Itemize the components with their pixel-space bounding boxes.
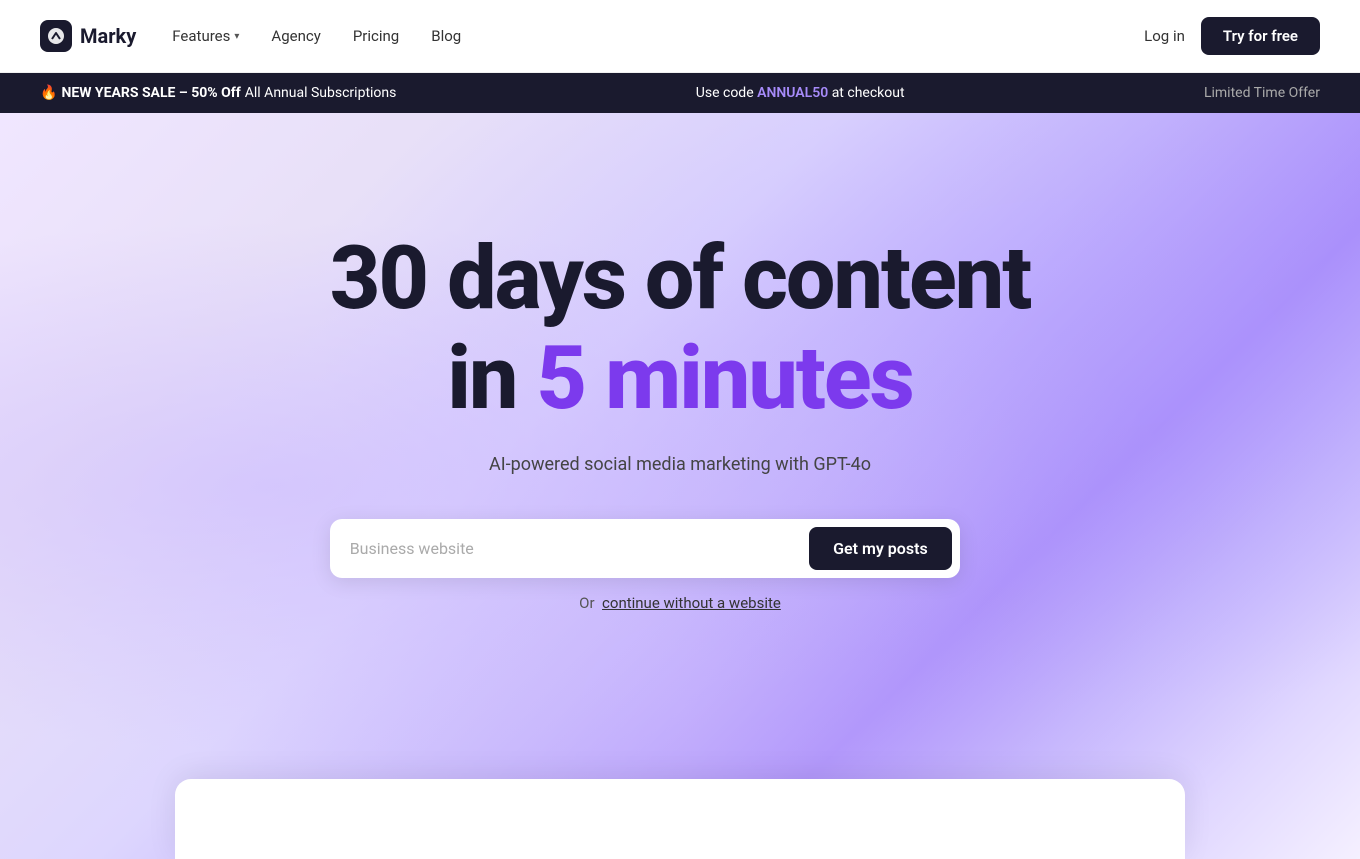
- nav-right: Log in Try for free: [1144, 17, 1320, 55]
- banner-left: 🔥 NEW YEARS SALE – 50% Off All Annual Su…: [40, 85, 396, 101]
- hero-subtitle: AI-powered social media marketing with G…: [330, 454, 1031, 475]
- logo-icon: [40, 20, 72, 52]
- banner-use-code-prefix: Use code: [696, 85, 757, 101]
- banner-limited: Limited Time Offer: [1204, 85, 1320, 101]
- hero-title: 30 days of content in 5 minutes: [330, 233, 1031, 426]
- banner-emoji: 🔥: [40, 85, 57, 101]
- nav-link-blog[interactable]: Blog: [431, 27, 461, 45]
- hero-content: 30 days of content in 5 minutes AI-power…: [330, 233, 1031, 612]
- announcement-banner: 🔥 NEW YEARS SALE – 50% Off All Annual Su…: [0, 73, 1360, 113]
- hero-bottom-card: [175, 779, 1185, 859]
- get-posts-button[interactable]: Get my posts: [809, 527, 952, 570]
- try-free-button[interactable]: Try for free: [1201, 17, 1320, 55]
- hero-title-line2: in 5 minutes: [330, 333, 1031, 425]
- hero-form: Get my posts: [330, 519, 960, 578]
- continue-without-website-link[interactable]: continue without a website: [602, 594, 781, 612]
- chevron-down-icon: ▾: [234, 31, 239, 42]
- or-text: Or: [579, 594, 594, 612]
- banner-sale-bold: NEW YEARS SALE – 50% Off: [61, 85, 240, 101]
- logo-svg: [46, 26, 66, 46]
- banner-use-code-suffix: at checkout: [828, 85, 904, 101]
- nav-link-features[interactable]: Features ▾: [172, 27, 239, 45]
- business-website-input[interactable]: [350, 539, 809, 558]
- hero-link-row: Or continue without a website: [330, 594, 1031, 612]
- banner-promo-code: ANNUAL50: [757, 85, 828, 101]
- hero-title-line1: 30 days of content: [330, 227, 1031, 330]
- hero-title-accent: 5 minutes: [536, 327, 912, 430]
- hero-section: 30 days of content in 5 minutes AI-power…: [0, 113, 1360, 859]
- banner-sale-rest: All Annual Subscriptions: [245, 85, 397, 101]
- nav-link-agency[interactable]: Agency: [271, 27, 320, 45]
- nav-link-pricing[interactable]: Pricing: [353, 27, 399, 45]
- logo-text: Marky: [80, 24, 136, 48]
- login-button[interactable]: Log in: [1144, 27, 1185, 45]
- banner-center: Use code ANNUAL50 at checkout: [696, 85, 905, 101]
- main-nav: Marky Features ▾ Agency Pricing Blog Log…: [0, 0, 1360, 73]
- hero-title-line2-prefix: in: [447, 327, 536, 430]
- nav-left: Marky Features ▾ Agency Pricing Blog: [40, 20, 461, 52]
- banner-right: Limited Time Offer: [1204, 85, 1320, 101]
- nav-links: Features ▾ Agency Pricing Blog: [172, 27, 461, 45]
- logo[interactable]: Marky: [40, 20, 136, 52]
